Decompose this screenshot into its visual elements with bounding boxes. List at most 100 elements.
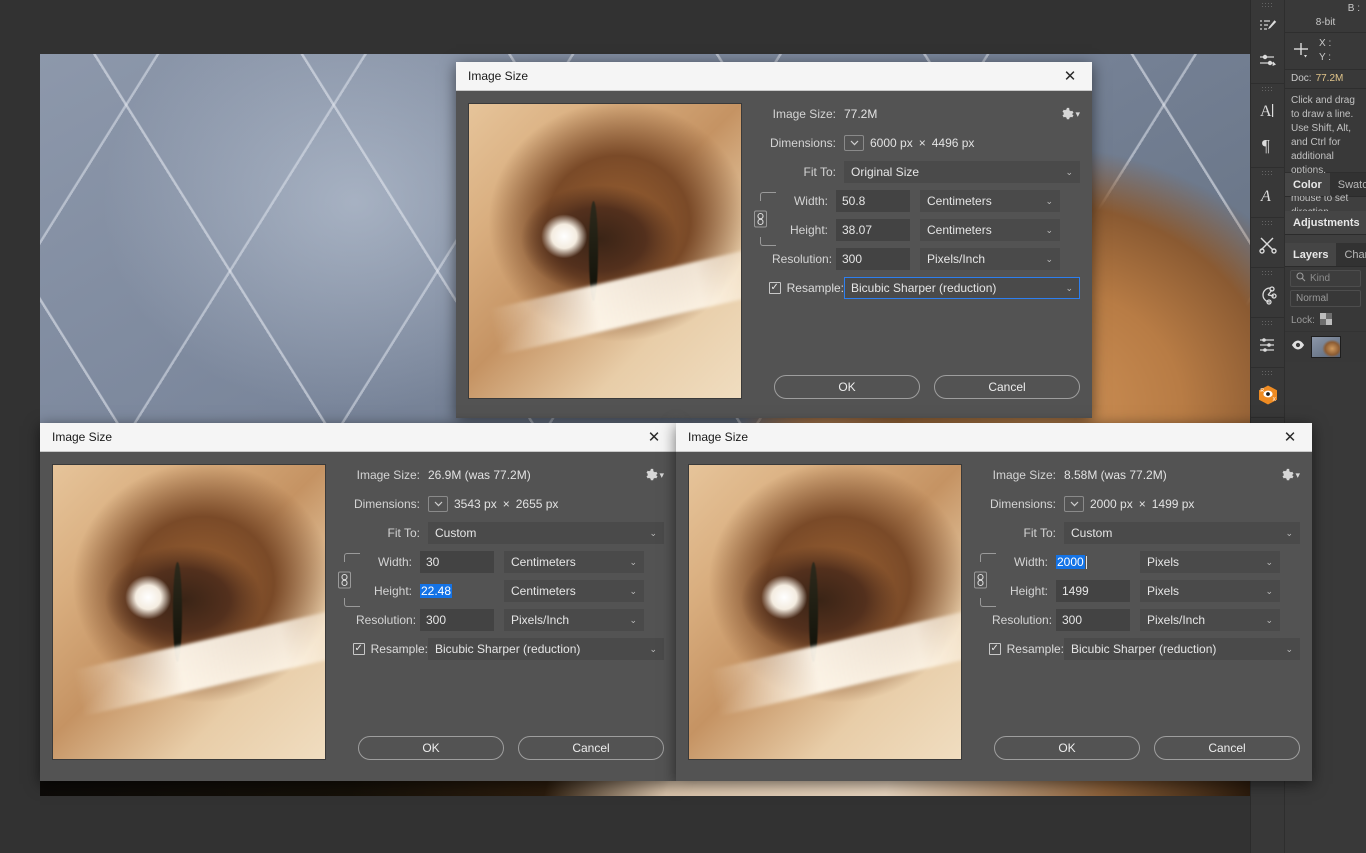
cancel-button[interactable]: Cancel xyxy=(518,736,664,760)
tab-channels[interactable]: Channels xyxy=(1336,243,1366,266)
close-icon[interactable]: ✕ xyxy=(1272,424,1308,451)
ok-button[interactable]: OK xyxy=(994,736,1140,760)
chevron-down-icon[interactable] xyxy=(844,135,864,151)
resolution-input[interactable] xyxy=(420,609,494,631)
constrain-proportions-link[interactable] xyxy=(974,551,996,609)
layer-row-background[interactable] xyxy=(1285,332,1366,362)
constrain-proportions-link[interactable] xyxy=(754,190,776,248)
resolution-label: Resolution: xyxy=(356,613,417,627)
width-unit-value: Centimeters xyxy=(927,194,992,208)
image-size-dialog-left[interactable]: Image Size ✕ Image Size: 26.9M (was 77.2… xyxy=(40,423,676,781)
chevron-down-icon[interactable] xyxy=(428,496,448,512)
doc-size-value: 77.2M xyxy=(1315,73,1344,84)
image-preview[interactable] xyxy=(52,464,326,760)
gear-icon[interactable]: ▾ xyxy=(1280,468,1300,482)
chain-link-icon[interactable] xyxy=(754,210,767,228)
height-input[interactable] xyxy=(1056,580,1130,602)
svg-text:R: R xyxy=(1260,388,1264,394)
path-node-icon[interactable] xyxy=(1251,278,1284,312)
resample-checkbox[interactable]: ✓ xyxy=(988,643,1001,655)
lock-transparency-icon[interactable] xyxy=(1319,313,1332,328)
drag-handle-dots[interactable]: :::: xyxy=(1251,170,1284,178)
resample-select[interactable]: Bicubic Sharper (reduction) ⌄ xyxy=(844,277,1080,299)
fit-to-select[interactable]: Custom ⌄ xyxy=(428,522,664,544)
resolution-input[interactable] xyxy=(1056,609,1130,631)
resample-checkbox[interactable]: ✓ xyxy=(352,643,365,655)
resolution-unit-value: Pixels/Inch xyxy=(927,252,986,266)
width-unit-select[interactable]: Pixels ⌄ xyxy=(1140,551,1280,573)
cat-eye-pupil xyxy=(172,562,182,662)
close-icon[interactable]: ✕ xyxy=(636,424,672,451)
resolution-unit-select[interactable]: Pixels/Inch ⌄ xyxy=(1140,609,1280,631)
resolution-unit-value: Pixels/Inch xyxy=(511,613,570,627)
tool-group-3d: :::: R X xyxy=(1251,368,1284,418)
drag-handle-dots[interactable]: :::: xyxy=(1251,320,1284,328)
width-unit-select[interactable]: Centimeters ⌄ xyxy=(920,190,1060,212)
resample-select[interactable]: Bicubic Sharper (reduction) ⌄ xyxy=(1064,638,1300,660)
width-input[interactable] xyxy=(420,551,494,573)
paragraph-icon[interactable]: ¶ xyxy=(1251,128,1284,162)
dialog-titlebar[interactable]: Image Size ✕ xyxy=(456,62,1092,91)
brush-settings-icon[interactable] xyxy=(1251,10,1284,44)
height-input[interactable]: 22.48 xyxy=(420,584,494,598)
resolution-unit-select[interactable]: Pixels/Inch ⌄ xyxy=(504,609,644,631)
info-doc-size-row: Doc: 77.2M xyxy=(1285,70,1366,89)
link-bracket-top xyxy=(760,192,776,201)
properties-sliders-icon[interactable] xyxy=(1251,328,1284,362)
eye-visibility-icon[interactable] xyxy=(1291,338,1305,356)
cat-eye-pupil xyxy=(808,562,818,662)
image-preview[interactable] xyxy=(468,103,742,399)
resolution-unit-select[interactable]: Pixels/Inch ⌄ xyxy=(920,248,1060,270)
fit-to-select[interactable]: Custom ⌄ xyxy=(1064,522,1300,544)
3d-cube-icon[interactable]: R X xyxy=(1251,378,1284,412)
drag-handle-dots[interactable]: :::: xyxy=(1251,220,1284,228)
gear-icon[interactable]: ▾ xyxy=(644,468,664,482)
dialog-titlebar[interactable]: Image Size ✕ xyxy=(676,423,1312,452)
drag-handle-dots[interactable]: :::: xyxy=(1251,270,1284,278)
type-icon[interactable]: A xyxy=(1251,94,1284,128)
blend-mode-select[interactable]: Normal xyxy=(1290,290,1361,307)
cancel-button[interactable]: Cancel xyxy=(1154,736,1300,760)
layer-filter-input[interactable]: Kind xyxy=(1290,270,1361,287)
fit-to-select[interactable]: Original Size ⌄ xyxy=(844,161,1080,183)
ok-button[interactable]: OK xyxy=(358,736,504,760)
image-size-dialog-top[interactable]: Image Size ✕ Image Size: 77.2M ▾ Dimensi… xyxy=(456,62,1092,418)
tab-adjustments[interactable]: Adjustments xyxy=(1285,211,1366,234)
height-unit-select[interactable]: Centimeters ⌄ xyxy=(504,580,644,602)
tab-layers[interactable]: Layers xyxy=(1285,243,1337,266)
close-icon[interactable]: ✕ xyxy=(1052,63,1088,90)
drag-handle-dots[interactable]: :::: xyxy=(1251,2,1284,10)
drag-handle-dots[interactable]: :::: xyxy=(1251,86,1284,94)
width-input[interactable]: 2000 xyxy=(1056,555,1130,569)
resolution-unit-value: Pixels/Inch xyxy=(1147,613,1206,627)
chain-link-icon[interactable] xyxy=(974,571,987,589)
tab-swatches[interactable]: Swatches xyxy=(1330,173,1366,196)
drag-handle-dots[interactable]: :::: xyxy=(1251,370,1284,378)
link-bracket-bottom xyxy=(980,598,996,607)
width-input[interactable] xyxy=(836,190,910,212)
image-preview[interactable] xyxy=(688,464,962,760)
ok-button[interactable]: OK xyxy=(774,375,920,399)
resolution-input[interactable] xyxy=(836,248,910,270)
gear-icon[interactable]: ▾ xyxy=(1060,107,1080,121)
height-unit-select[interactable]: Centimeters ⌄ xyxy=(920,219,1060,241)
cancel-button[interactable]: Cancel xyxy=(934,375,1080,399)
link-bracket-bottom xyxy=(760,237,776,246)
height-unit-select[interactable]: Pixels ⌄ xyxy=(1140,580,1280,602)
dialog-titlebar[interactable]: Image Size ✕ xyxy=(40,423,676,452)
resample-checkbox[interactable]: ✓ xyxy=(768,282,781,294)
dialog-buttons: OK Cancel xyxy=(338,736,664,760)
dimensions-width: 3543 px xyxy=(454,497,497,511)
width-unit-select[interactable]: Centimeters ⌄ xyxy=(504,551,644,573)
image-size-dialog-right[interactable]: Image Size ✕ Image Size: 8.58M (was 77.2… xyxy=(676,423,1312,781)
tab-color[interactable]: Color xyxy=(1285,173,1330,196)
chevron-down-icon[interactable] xyxy=(1064,496,1084,512)
tools-icon[interactable] xyxy=(1251,228,1284,262)
chain-link-icon[interactable] xyxy=(338,571,351,589)
mixer-brush-icon[interactable] xyxy=(1251,44,1284,78)
resample-value: Bicubic Sharper (reduction) xyxy=(851,281,997,295)
resample-select[interactable]: Bicubic Sharper (reduction) ⌄ xyxy=(428,638,664,660)
character-style-icon[interactable]: A xyxy=(1251,178,1284,212)
height-input[interactable] xyxy=(836,219,910,241)
constrain-proportions-link[interactable] xyxy=(338,551,360,609)
